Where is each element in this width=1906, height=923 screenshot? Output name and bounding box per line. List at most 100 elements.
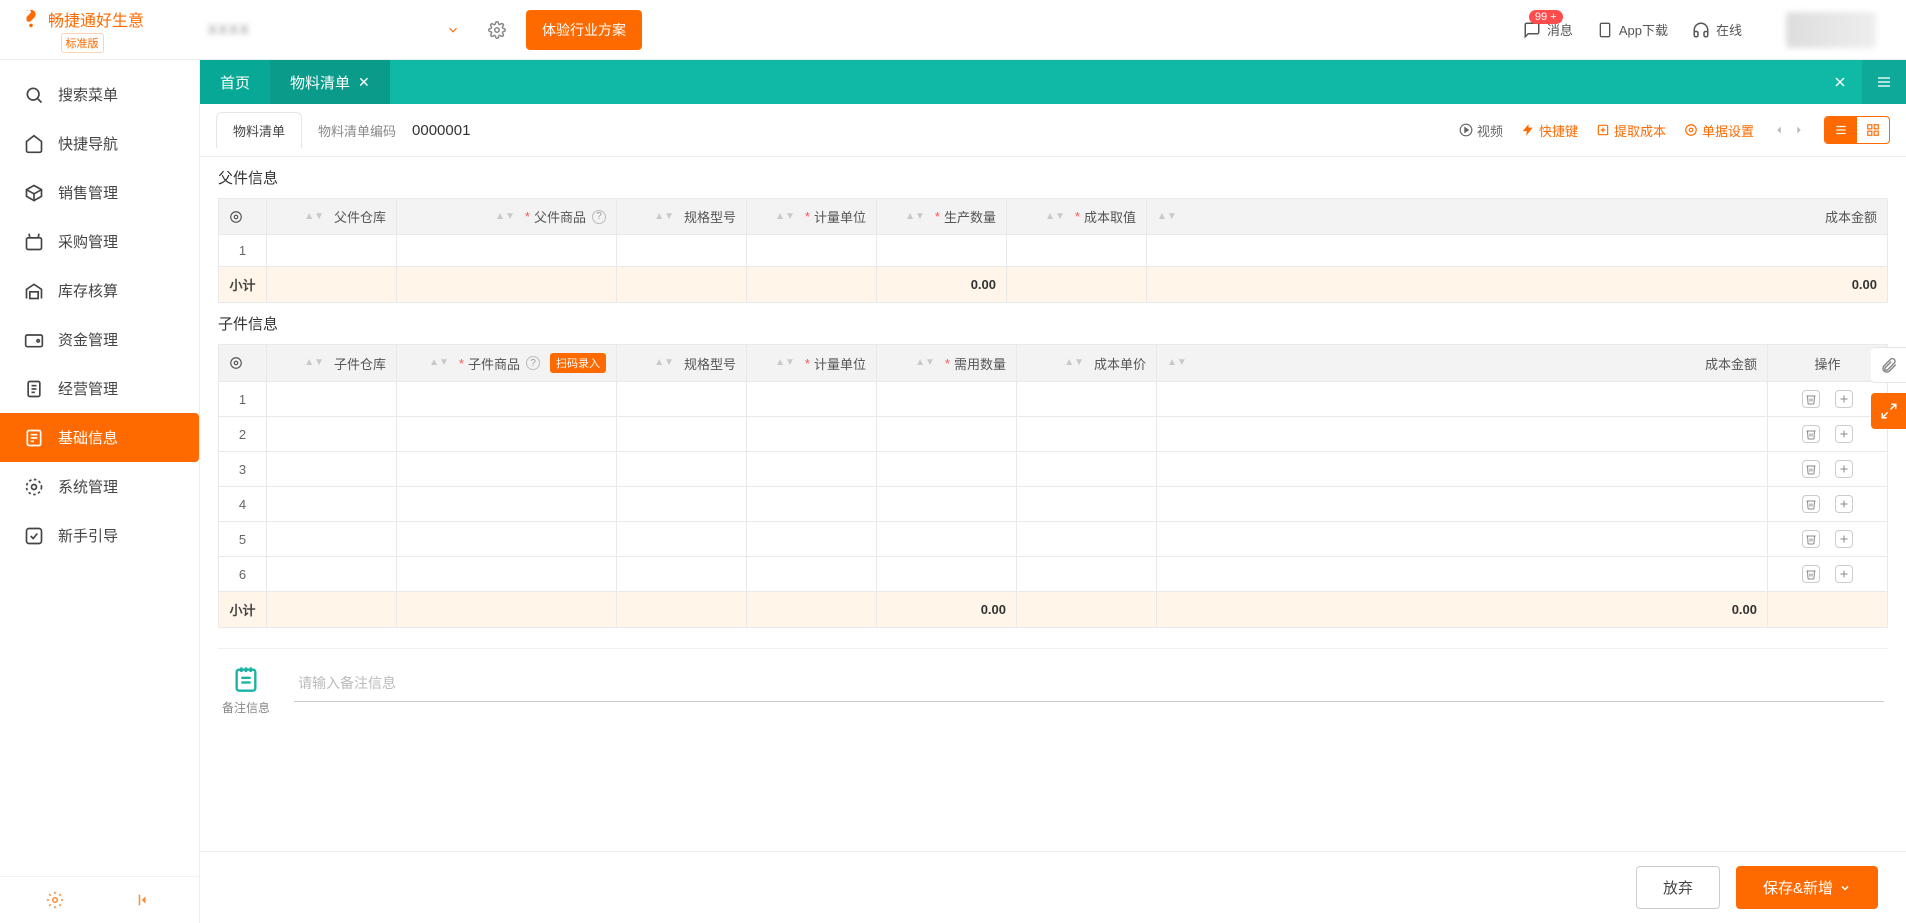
sidebar-item-purchase[interactable]: 采购管理 xyxy=(0,217,199,266)
sort-icon[interactable]: ▲▼ xyxy=(1167,360,1187,366)
delete-row-button[interactable] xyxy=(1802,565,1820,583)
sidebar-settings-button[interactable] xyxy=(46,891,64,909)
tool-shortcut[interactable]: 快捷键 xyxy=(1521,121,1578,140)
info-icon[interactable]: ? xyxy=(526,356,540,370)
child-table-row[interactable]: 4 xyxy=(219,487,1888,522)
save-and-new-button[interactable]: 保存&新增 xyxy=(1736,866,1878,909)
search-icon xyxy=(24,85,44,105)
row-index: 2 xyxy=(219,417,267,452)
child-section-title: 子件信息 xyxy=(218,303,1888,344)
delete-row-button[interactable] xyxy=(1802,460,1820,478)
delete-row-button[interactable] xyxy=(1802,495,1820,513)
sort-icon[interactable]: ▲▼ xyxy=(1157,214,1177,220)
parent-th-cost-basis[interactable]: ▲▼*成本取值 xyxy=(1007,199,1147,235)
info-icon[interactable]: ? xyxy=(592,210,606,224)
child-th-item[interactable]: ▲▼*子件商品?扫码录入 xyxy=(397,345,617,382)
sort-icon[interactable]: ▲▼ xyxy=(654,360,674,366)
user-avatar-blurred[interactable] xyxy=(1786,12,1876,48)
parent-subtotal-label: 小计 xyxy=(219,267,267,303)
child-th-unit-cost[interactable]: ▲▼成本单价 xyxy=(1017,345,1157,382)
child-table-row[interactable]: 2 xyxy=(219,417,1888,452)
org-settings-button[interactable] xyxy=(488,21,506,39)
sidebar-item-system[interactable]: 系统管理 xyxy=(0,462,199,511)
sidebar-item-basicinfo[interactable]: 基础信息 xyxy=(0,413,199,462)
sidebar-item-quicknav[interactable]: 快捷导航 xyxy=(0,119,199,168)
add-row-button[interactable] xyxy=(1835,460,1853,478)
app-download-button[interactable]: App下载 xyxy=(1597,20,1668,39)
online-support-button[interactable]: 在线 xyxy=(1692,20,1742,39)
tab-home[interactable]: 首页 xyxy=(200,60,270,104)
sort-icon[interactable]: ▲▼ xyxy=(905,214,925,220)
add-row-button[interactable] xyxy=(1835,425,1853,443)
sort-icon[interactable]: ▲▼ xyxy=(1045,214,1065,220)
nav-next-button[interactable] xyxy=(1792,123,1806,137)
sort-icon[interactable]: ▲▼ xyxy=(1064,360,1084,366)
sort-icon[interactable]: ▲▼ xyxy=(429,360,449,366)
sidebar-item-guide[interactable]: 新手引导 xyxy=(0,511,199,560)
sidebar-item-operation[interactable]: 经营管理 xyxy=(0,364,199,413)
scan-input-tag[interactable]: 扫码录入 xyxy=(550,353,606,373)
page-tab-bom[interactable]: 物料清单 xyxy=(216,112,302,148)
child-table-row[interactable]: 3 xyxy=(219,452,1888,487)
sort-icon[interactable]: ▲▼ xyxy=(495,214,515,220)
promo-button[interactable]: 体验行业方案 xyxy=(526,10,642,50)
attachment-button[interactable] xyxy=(1871,347,1906,383)
parent-subtotal-row: 小计 0.00 0.00 xyxy=(219,267,1888,303)
discard-button[interactable]: 放弃 xyxy=(1636,866,1720,909)
tab-bom[interactable]: 物料清单 ✕ xyxy=(270,60,390,104)
add-row-button[interactable] xyxy=(1835,565,1853,583)
expand-button[interactable] xyxy=(1871,393,1906,429)
row-ops xyxy=(1768,452,1888,487)
row-ops xyxy=(1768,557,1888,592)
sort-icon[interactable]: ▲▼ xyxy=(775,214,795,220)
remark-label: 备注信息 xyxy=(222,699,270,716)
tabs-close-all-button[interactable] xyxy=(1818,60,1862,104)
parent-table-row[interactable]: 1 xyxy=(219,235,1888,267)
child-th-need-qty[interactable]: ▲▼*需用数量 xyxy=(877,345,1017,382)
sidebar-item-search-menu[interactable]: 搜索菜单 xyxy=(0,70,199,119)
close-icon[interactable]: ✕ xyxy=(358,74,370,91)
child-th-warehouse[interactable]: ▲▼子件仓库 xyxy=(267,345,397,382)
child-table-row[interactable]: 1 xyxy=(219,382,1888,417)
child-th-cost-amount[interactable]: ▲▼成本金额 xyxy=(1157,345,1768,382)
sidebar-item-fund[interactable]: 资金管理 xyxy=(0,315,199,364)
sort-icon[interactable]: ▲▼ xyxy=(654,214,674,220)
view-list-button[interactable] xyxy=(1825,117,1857,143)
view-card-button[interactable] xyxy=(1857,117,1889,143)
child-th-spec[interactable]: ▲▼规格型号 xyxy=(617,345,747,382)
parent-th-warehouse[interactable]: ▲▼父件仓库 xyxy=(267,199,397,235)
tool-extract-cost[interactable]: 提取成本 xyxy=(1596,121,1666,140)
add-row-button[interactable] xyxy=(1835,495,1853,513)
add-row-button[interactable] xyxy=(1835,530,1853,548)
sidebar-item-inventory[interactable]: 库存核算 xyxy=(0,266,199,315)
sidebar-item-sales[interactable]: 销售管理 xyxy=(0,168,199,217)
child-table-row[interactable]: 5 xyxy=(219,522,1888,557)
messages-button[interactable]: 99 + 消息 xyxy=(1523,20,1573,39)
add-row-button[interactable] xyxy=(1835,390,1853,408)
delete-row-button[interactable] xyxy=(1802,425,1820,443)
parent-th-spec[interactable]: ▲▼规格型号 xyxy=(617,199,747,235)
delete-row-button[interactable] xyxy=(1802,530,1820,548)
tool-bill-settings[interactable]: 单据设置 xyxy=(1684,121,1754,140)
box-icon xyxy=(24,183,44,203)
sort-icon[interactable]: ▲▼ xyxy=(304,360,324,366)
parent-th-item[interactable]: ▲▼*父件商品? xyxy=(397,199,617,235)
nav-prev-button[interactable] xyxy=(1772,123,1786,137)
child-th-unit[interactable]: ▲▼*计量单位 xyxy=(747,345,877,382)
parent-th-unit[interactable]: ▲▼*计量单位 xyxy=(747,199,877,235)
tabs-menu-button[interactable] xyxy=(1862,60,1906,104)
sort-icon[interactable]: ▲▼ xyxy=(775,360,795,366)
child-th-gear[interactable] xyxy=(219,345,267,382)
remark-input[interactable] xyxy=(294,665,1884,702)
child-table-row[interactable]: 6 xyxy=(219,557,1888,592)
brand-text: 畅捷通好生意 xyxy=(48,7,144,31)
parent-th-qty[interactable]: ▲▼*生产数量 xyxy=(877,199,1007,235)
sidebar-collapse-button[interactable] xyxy=(135,891,153,909)
parent-th-gear[interactable] xyxy=(219,199,267,235)
org-selector[interactable]: XXXX xyxy=(194,16,474,43)
sort-icon[interactable]: ▲▼ xyxy=(304,214,324,220)
delete-row-button[interactable] xyxy=(1802,390,1820,408)
parent-th-cost-amount[interactable]: ▲▼成本金额 xyxy=(1147,199,1888,235)
sort-icon[interactable]: ▲▼ xyxy=(915,360,935,366)
tool-video[interactable]: 视频 xyxy=(1459,121,1503,140)
